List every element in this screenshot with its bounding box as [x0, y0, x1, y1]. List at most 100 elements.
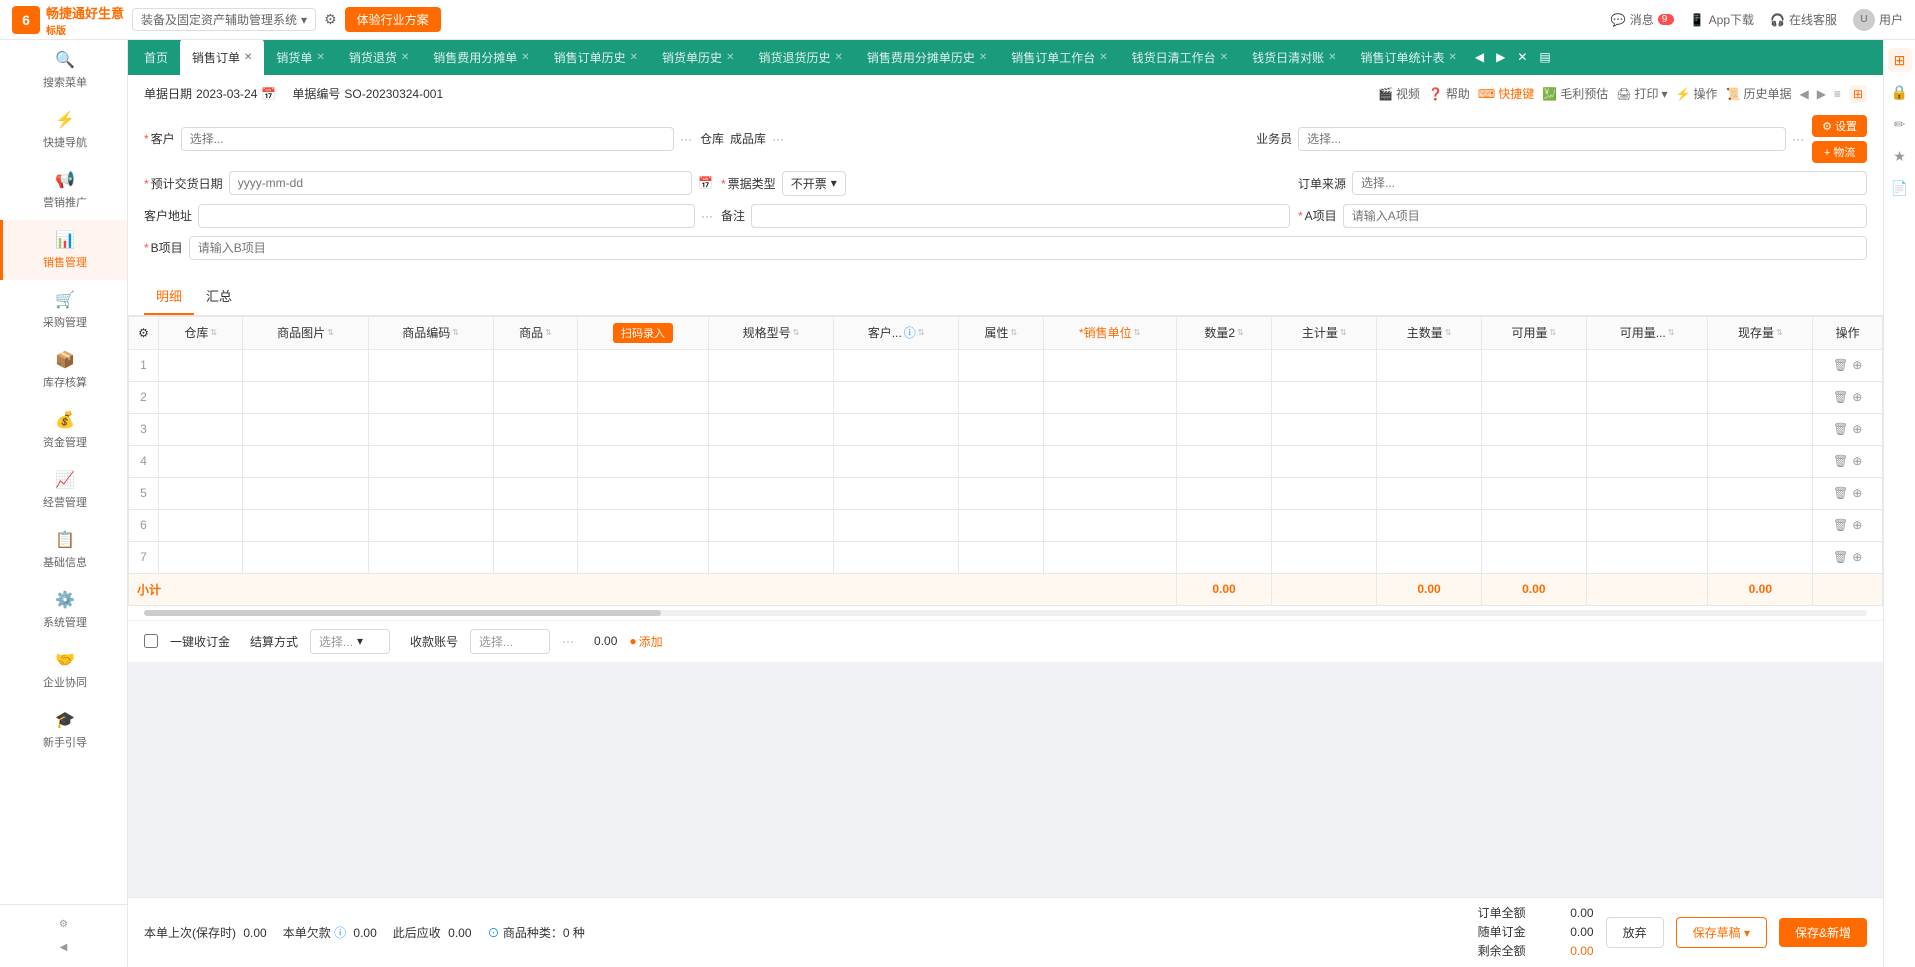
industry-btn[interactable]: 体验行业方案	[345, 7, 441, 32]
a-project-input[interactable]	[1343, 204, 1867, 228]
address-expand-btn[interactable]: ···	[701, 209, 713, 223]
row-1-warehouse[interactable]	[159, 349, 243, 381]
payment-dots[interactable]: ···	[562, 634, 574, 648]
warehouse-expand-btn[interactable]: ···	[772, 132, 784, 146]
sidebar-item-operations[interactable]: 📈 经营管理	[0, 460, 127, 520]
settings-icon[interactable]: ⚙	[324, 11, 337, 28]
sidebar-item-enterprise[interactable]: 🤝 企业协同	[0, 640, 127, 700]
col-settings[interactable]: ⚙	[129, 316, 159, 349]
row-2-copy-icon[interactable]: ⊕	[1852, 390, 1862, 404]
close-tab-reconcile[interactable]: ✕	[1328, 52, 1336, 63]
tab-workbench[interactable]: 销售订单工作台 ✕	[999, 40, 1119, 75]
tab-expense-split[interactable]: 销售费用分摊单 ✕	[421, 40, 541, 75]
row-2-avail[interactable]	[1481, 381, 1586, 413]
right-panel-grid-btn[interactable]: ⊞	[1888, 48, 1912, 72]
row-1-product[interactable]	[493, 349, 577, 381]
row-1-copy-icon[interactable]: ⊕	[1852, 358, 1862, 372]
row-1-qty2[interactable]	[1176, 349, 1272, 381]
row-3-qty2[interactable]	[1176, 413, 1272, 445]
delivery-date-input[interactable]	[229, 171, 692, 195]
sidebar-collapse-btn[interactable]: ◀	[0, 936, 127, 959]
row-1-stock[interactable]	[1708, 349, 1813, 381]
save-draft-btn[interactable]: 保存草稿 ▾	[1676, 917, 1767, 948]
row-4-copy-icon[interactable]: ⊕	[1852, 454, 1862, 468]
row-3-image[interactable]	[243, 413, 368, 445]
prev-record-btn[interactable]: ◀	[1799, 87, 1808, 101]
row-1-delete-icon[interactable]: 🗑	[1833, 358, 1848, 372]
close-tab-sales-return[interactable]: ✕	[401, 52, 409, 63]
salesperson-expand-btn[interactable]: ···	[1792, 132, 1804, 146]
profit-btn[interactable]: 💹 毛利预估	[1542, 85, 1608, 102]
row-1-avail[interactable]	[1481, 349, 1586, 381]
row-7-delete-icon[interactable]: 🗑	[1833, 550, 1848, 564]
row-2-image[interactable]	[243, 381, 368, 413]
close-tab-expense-split[interactable]: ✕	[521, 52, 529, 63]
view-btn[interactable]: 🎬 视频	[1378, 85, 1420, 102]
sidebar-item-system[interactable]: ⚙️ 系统管理	[0, 580, 127, 640]
row-1-mqty[interactable]	[1377, 349, 1482, 381]
close-tab-statistics[interactable]: ✕	[1449, 52, 1457, 63]
customer-expand-btn[interactable]: ···	[680, 132, 692, 146]
sidebar-item-marketing[interactable]: 📢 营销推广	[0, 160, 127, 220]
row-2-product[interactable]	[493, 381, 577, 413]
shortcut-btn[interactable]: ⌨ 快捷键	[1478, 85, 1534, 102]
system-name-selector[interactable]: 装备及固定资产辅助管理系统 ▾	[132, 8, 316, 31]
next-record-btn[interactable]: ▶	[1817, 87, 1826, 101]
customer-input[interactable]	[181, 127, 674, 151]
row-3-avail2[interactable]	[1586, 413, 1708, 445]
help-btn[interactable]: ❓ 帮助	[1428, 85, 1470, 102]
online-service-btn[interactable]: 🎧 在线客服	[1770, 11, 1837, 28]
sidebar-item-sales[interactable]: 📊 销售管理	[0, 220, 127, 280]
row-1-ccode[interactable]	[834, 349, 959, 381]
row-7-copy-icon[interactable]: ⊕	[1852, 550, 1862, 564]
row-3-unit[interactable]	[1043, 413, 1176, 445]
horizontal-scrollbar[interactable]	[144, 610, 1867, 616]
tab-sales-return[interactable]: 销货退货 ✕	[337, 40, 421, 75]
tab-home[interactable]: 首页	[132, 40, 180, 75]
operation-btn[interactable]: ⚡ 操作	[1676, 85, 1718, 102]
settlement-select[interactable]: 选择... ▾	[310, 629, 390, 654]
account-select[interactable]: 选择...	[470, 629, 550, 654]
row-1-spec[interactable]	[708, 349, 833, 381]
sidebar-item-tutorial[interactable]: 🎓 新手引导	[0, 700, 127, 760]
row-2-qty2[interactable]	[1176, 381, 1272, 413]
row-6-copy-icon[interactable]: ⊕	[1852, 518, 1862, 532]
row-6-delete-icon[interactable]: 🗑	[1833, 518, 1848, 532]
right-panel-edit-btn[interactable]: ✏	[1888, 112, 1912, 136]
row-4-delete-icon[interactable]: 🗑	[1833, 454, 1848, 468]
tab-return-history[interactable]: 销货退货历史 ✕	[746, 40, 854, 75]
row-3-warehouse[interactable]	[159, 413, 243, 445]
tab-menu-btn[interactable]: ▤	[1533, 50, 1556, 64]
tab-prev-btn[interactable]: ◀	[1469, 50, 1490, 64]
close-tab-expense-history[interactable]: ✕	[979, 52, 987, 63]
row-3-avail[interactable]	[1481, 413, 1586, 445]
tab-statistics[interactable]: 销售订单统计表 ✕	[1348, 40, 1468, 75]
b-project-input[interactable]	[189, 236, 1867, 260]
row-2-stock[interactable]	[1708, 381, 1813, 413]
order-source-input[interactable]	[1352, 171, 1867, 195]
app-download-btn[interactable]: 📱 App下载	[1690, 11, 1754, 28]
close-tab-workbench[interactable]: ✕	[1099, 52, 1107, 63]
tab-next-btn[interactable]: ▶	[1490, 50, 1511, 64]
row-3-code[interactable]	[368, 413, 493, 445]
one-click-payment-checkbox[interactable]	[144, 634, 158, 648]
row-1-unit[interactable]	[1043, 349, 1176, 381]
address-input[interactable]	[198, 204, 695, 228]
close-tab-sales-invoice[interactable]: ✕	[316, 52, 324, 63]
list-view-btn[interactable]: ≡	[1834, 87, 1841, 101]
right-panel-doc-btn[interactable]: 📄	[1888, 176, 1912, 200]
tab-sales-order[interactable]: 销售订单 ✕	[180, 40, 264, 75]
calendar2-icon[interactable]: 📅	[698, 176, 713, 190]
close-tab-return-history[interactable]: ✕	[834, 52, 842, 63]
row-1-image[interactable]	[243, 349, 368, 381]
tab-daily-clear[interactable]: 钱货日清工作台 ✕	[1120, 40, 1240, 75]
row-2-code[interactable]	[368, 381, 493, 413]
save-new-btn[interactable]: 保存&新增	[1779, 918, 1867, 947]
tab-summary[interactable]: 汇总	[194, 278, 244, 315]
row-5-copy-icon[interactable]: ⊕	[1852, 486, 1862, 500]
row-3-delete-icon[interactable]: 🗑	[1833, 422, 1848, 436]
discard-btn[interactable]: 放弃	[1606, 917, 1664, 948]
close-tab-invoice-history[interactable]: ✕	[726, 52, 734, 63]
row-5-delete-icon[interactable]: 🗑	[1833, 486, 1848, 500]
salesperson-input[interactable]	[1298, 127, 1786, 151]
